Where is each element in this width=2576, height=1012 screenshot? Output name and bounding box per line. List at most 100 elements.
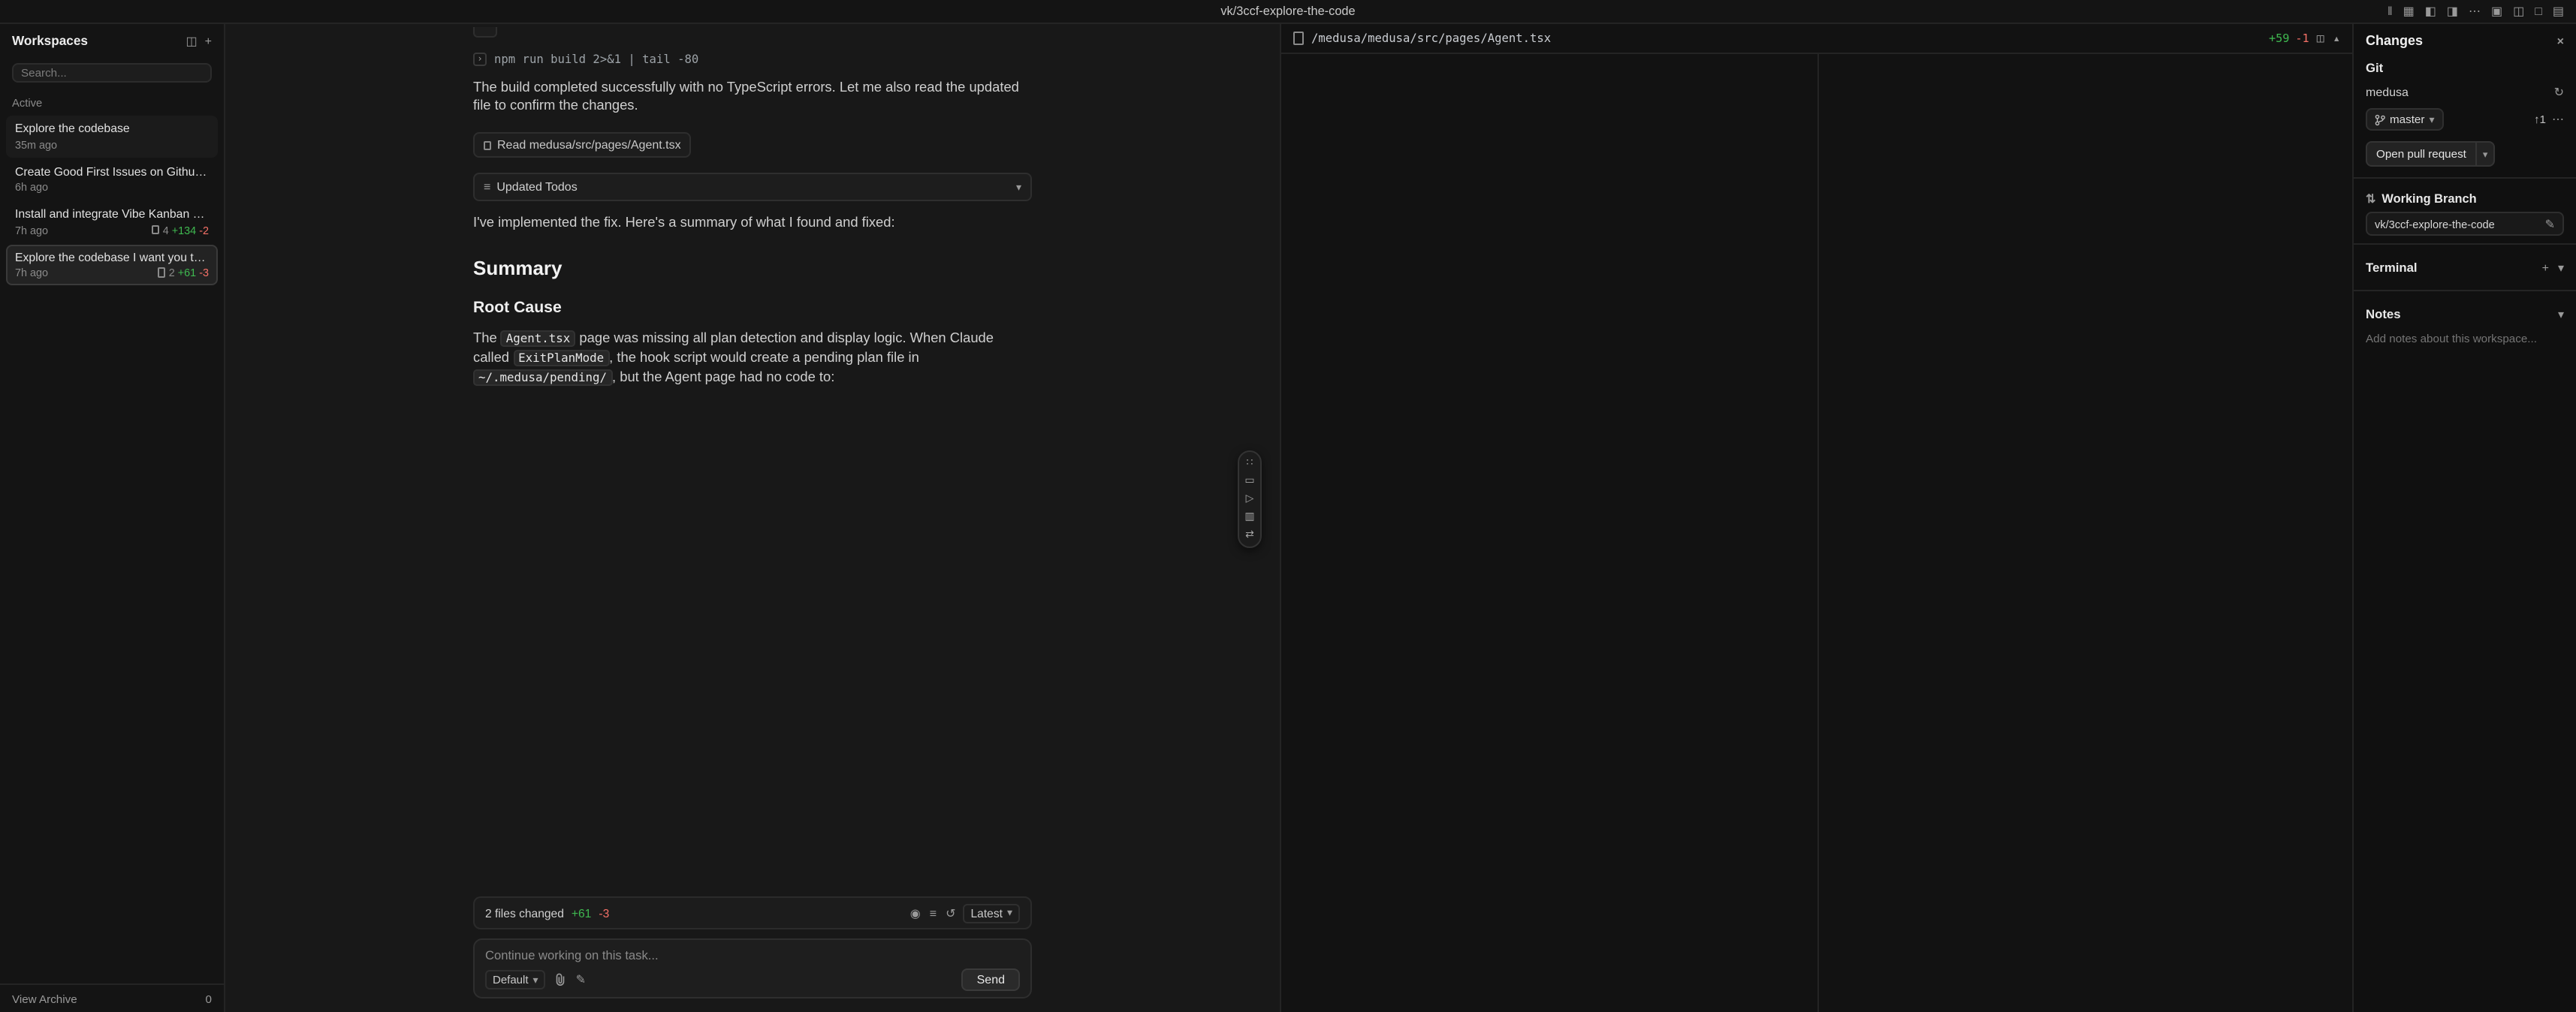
tool-label: Read medusa/src/pages/Agent.tsx — [497, 139, 681, 152]
todos-panel[interactable]: ≡ Updated Todos ▾ — [473, 173, 1032, 202]
view-archive-label: View Archive — [12, 992, 77, 1005]
assistant-paragraph: I've implemented the fix. Here's a summa… — [473, 214, 1032, 232]
mode-selector[interactable]: Default ▾ — [485, 970, 546, 989]
panel-bottom-icon[interactable]: ◨ — [2447, 5, 2458, 17]
diff-old-column — [1281, 54, 1817, 1012]
file-icon — [1293, 32, 1304, 45]
refresh-icon[interactable]: ↻ — [2554, 86, 2564, 99]
panel-right-icon[interactable]: ▤ — [2553, 5, 2564, 17]
attach-icon[interactable] — [555, 973, 567, 986]
branch-swap-icon: ⇅ — [2366, 192, 2375, 206]
terminal-section[interactable]: Terminal + ▾ — [2366, 252, 2564, 282]
undo-icon[interactable]: ↺ — [946, 906, 955, 920]
copy-icon[interactable]: ▭ — [1244, 476, 1254, 486]
workspace-item[interactable]: Explore the codebase I want you to ex...… — [6, 244, 218, 285]
changes-summary-bar[interactable]: 2 files changed +61 -3 ◉ ≡ ↺ Latest ▾ — [473, 896, 1032, 929]
monitor-icon[interactable]: ▥ — [1244, 512, 1254, 523]
working-branch-label: Working Branch — [2381, 192, 2476, 206]
branch-selector[interactable]: master ▾ — [2366, 108, 2443, 131]
diff-header: /medusa/medusa/src/pages/Agent.tsx +59 -… — [1281, 24, 2352, 54]
view-archive[interactable]: View Archive 0 — [0, 983, 224, 1012]
truncated-tool-chip — [473, 27, 497, 38]
notes-section[interactable]: Notes ▾ — [2366, 299, 2564, 329]
pip-icon[interactable]: ▣ — [2491, 5, 2502, 17]
workspace-list: Explore the codebase 35m ago Create Good F… — [0, 114, 224, 983]
composer: Default ▾ ✎ Send — [473, 938, 1032, 998]
chevron-down-icon: ▾ — [1007, 907, 1012, 919]
section-heading: Summary — [473, 256, 1032, 279]
maximize-icon[interactable]: □ — [2535, 5, 2542, 17]
more-options-icon[interactable]: ⋯ — [2552, 113, 2564, 126]
titlebar: vk/3ccf-explore-the-code ‖▦◧◨⋯▣◫□▤ — [0, 0, 2576, 24]
app-window: vk/3ccf-explore-the-code ‖▦◧◨⋯▣◫□▤ Works… — [0, 0, 2576, 1012]
diff-floating-toolbar[interactable]: ∷ ▭ ▷ ▥ ⇄ — [1238, 450, 1262, 548]
add-terminal-icon[interactable]: + — [2542, 261, 2549, 274]
git-branch-icon — [2375, 113, 2385, 125]
split-view-icon[interactable]: ◫ — [2513, 5, 2524, 17]
chat-footer: 2 files changed +61 -3 ◉ ≡ ↺ Latest ▾ — [473, 887, 1032, 1012]
terminal-icon: › — [473, 53, 487, 66]
workspace-title: Explore the codebase — [15, 122, 209, 135]
chevron-down-icon[interactable]: ▾ — [2558, 307, 2564, 321]
split-view-icon[interactable]: ◫ — [2317, 32, 2324, 45]
workspace-settings-icon[interactable]: ◫ — [186, 34, 198, 47]
pen-icon[interactable]: ✎ — [576, 973, 586, 986]
edit-icon[interactable]: ✎ — [2545, 217, 2555, 230]
chevron-down-icon: ▾ — [2429, 113, 2434, 125]
search-input[interactable] — [12, 63, 212, 83]
workspace-item[interactable]: Create Good First Issues on Github So...… — [6, 158, 218, 200]
chevron-down-icon: ▾ — [2475, 143, 2494, 165]
chevron-down-icon[interactable]: ▾ — [1016, 182, 1021, 194]
diff-list-icon[interactable]: ≡ — [930, 906, 937, 920]
section-heading: Root Cause — [473, 298, 1032, 316]
message-input[interactable] — [485, 947, 1020, 968]
add-workspace-icon[interactable]: + — [205, 34, 212, 47]
notes-placeholder[interactable]: Add notes about this workspace... — [2366, 329, 2564, 354]
file-icon — [484, 140, 491, 150]
version-label: Latest — [970, 906, 1003, 920]
workspace-item[interactable]: Explore the codebase 35m ago — [6, 116, 218, 157]
drag-handle-icon[interactable]: ∷ — [1247, 458, 1253, 468]
chat-panel: ›npm run build 2>&1 | tail -80The build … — [225, 24, 1280, 1012]
changes-title: Changes — [2366, 33, 2423, 48]
diff-additions: +59 — [2269, 32, 2289, 45]
workspace-item[interactable]: Install and integrate Vibe Kanban Web...… — [6, 201, 218, 242]
tool-command[interactable]: › npm run build 2>&1 | tail -80 — [473, 53, 1032, 66]
todos-label: Updated Todos — [496, 181, 577, 194]
chevron-down-icon: ▾ — [533, 974, 538, 986]
ahead-indicator: ↑1 — [2534, 113, 2546, 126]
diff-body — [1281, 54, 2352, 1012]
working-branch-field[interactable]: ✎ — [2366, 212, 2564, 236]
panel-left-icon[interactable]: ◧ — [2425, 5, 2436, 17]
workspace-time: 35m ago — [15, 137, 57, 151]
titlebar-icons: ‖ ▦ ◧ ◨ ⋯ ▣ ◫ □ ▤ — [2387, 5, 2576, 17]
notes-label: Notes — [2366, 306, 2401, 321]
command-text: npm run build 2>&1 | tail -80 — [494, 53, 698, 66]
close-panel-icon[interactable]: × — [2557, 34, 2564, 47]
more-options-icon[interactable]: ⋯ — [2469, 5, 2481, 17]
workspace-time: 6h ago — [15, 180, 48, 194]
pause-icon[interactable]: ‖ — [2387, 5, 2393, 17]
tool-read-file[interactable]: Read medusa/src/pages/Agent.tsx — [473, 133, 692, 158]
run-icon[interactable]: ▷ — [1246, 494, 1254, 504]
workspace-time: 7h ago — [15, 223, 48, 236]
open-pull-request-button[interactable]: Open pull request ▾ — [2366, 141, 2495, 167]
chat-scroll-area[interactable]: ›npm run build 2>&1 | tail -80The build … — [225, 24, 1280, 887]
diff-file-path[interactable]: /medusa/medusa/src/pages/Agent.tsx — [1311, 32, 1551, 45]
diff-deletions: -1 — [2295, 32, 2309, 45]
watch-icon[interactable]: ◉ — [910, 906, 921, 920]
git-section-label: Git — [2366, 56, 2564, 80]
expand-terminal-icon[interactable]: ▾ — [2558, 261, 2564, 274]
version-selector[interactable]: Latest ▾ — [963, 903, 1020, 923]
diff-new-column — [1817, 54, 2352, 1012]
checklist-icon: ≡ — [484, 181, 490, 194]
grid-layout-icon[interactable]: ▦ — [2403, 5, 2415, 17]
workspaces-title: Workspaces — [12, 33, 88, 48]
workspace-stats: 2 +61 -3 — [158, 266, 209, 279]
send-button[interactable]: Send — [962, 968, 1020, 991]
working-branch-input[interactable] — [2375, 217, 2541, 230]
main-layout: Workspaces ◫ + Active Explore the codeba… — [0, 24, 2576, 1012]
collapse-diff-icon[interactable]: ▴ — [2333, 32, 2340, 45]
assistant-paragraph: The Agent.tsx page was missing all plan … — [473, 328, 1032, 387]
compare-icon[interactable]: ⇄ — [1245, 530, 1254, 541]
